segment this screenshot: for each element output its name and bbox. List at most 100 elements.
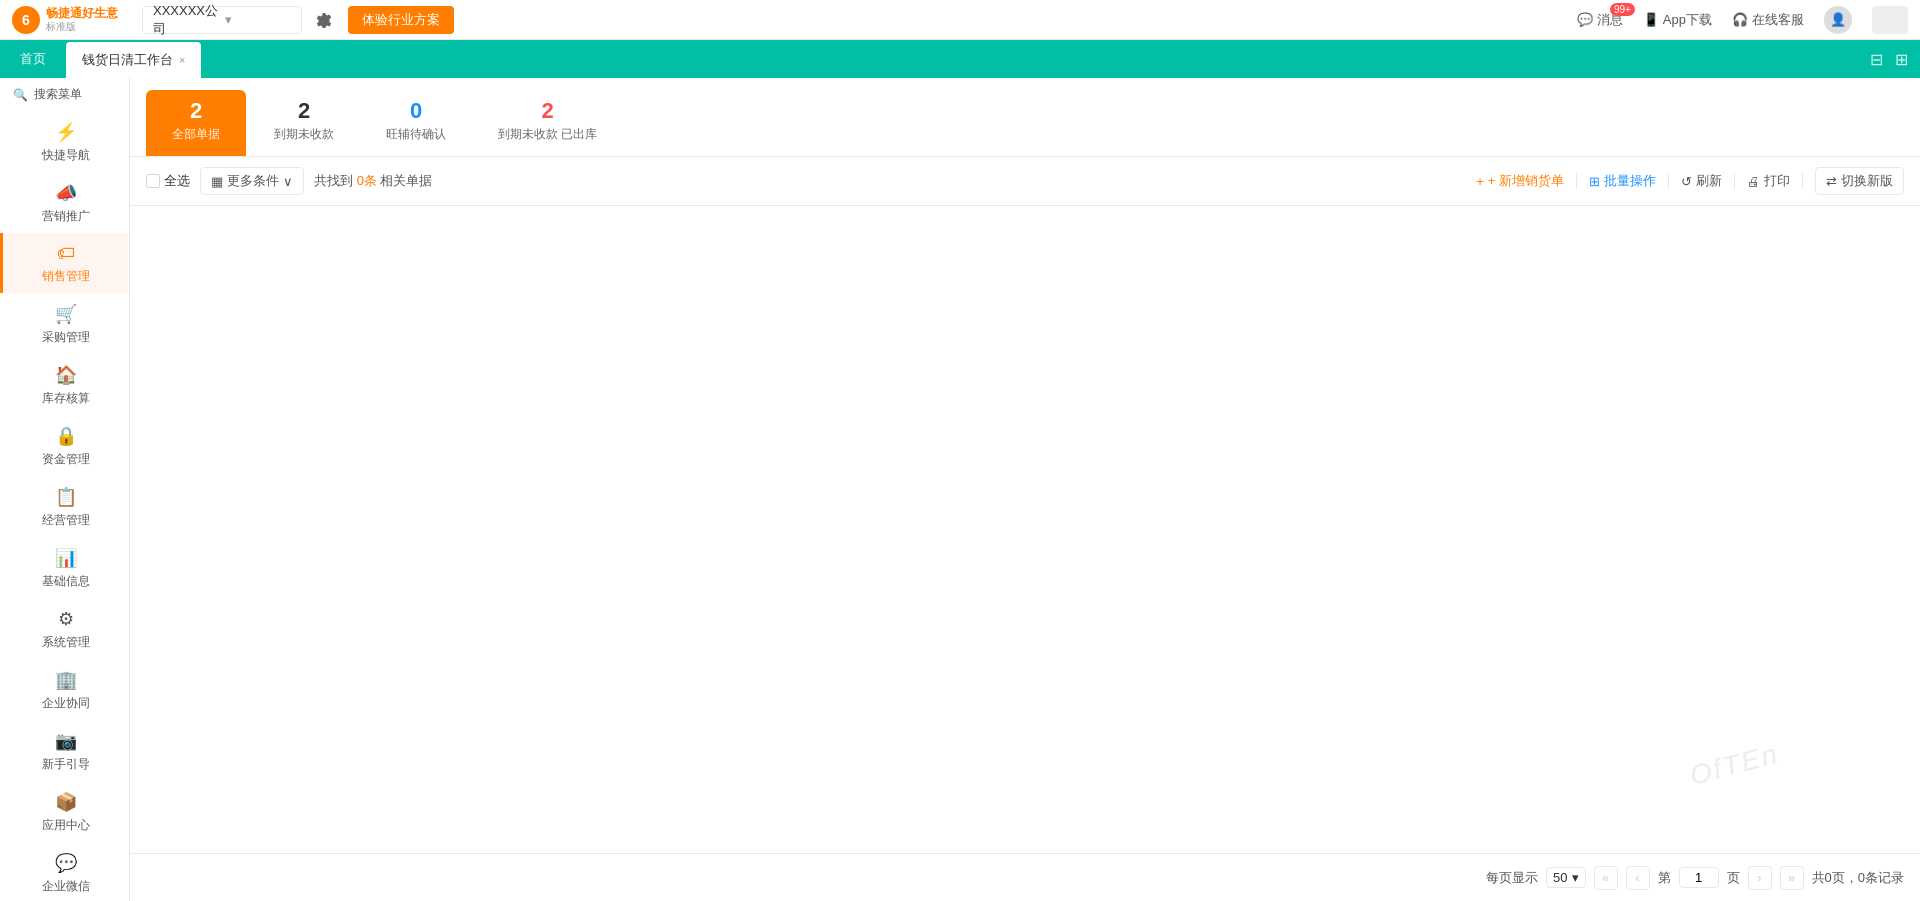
- online-service-label: 在线客服: [1752, 11, 1804, 29]
- sidebar-item-quick-nav[interactable]: ⚡ 快捷导航: [0, 111, 129, 172]
- logo-icon: 6: [12, 6, 40, 34]
- add-sales-order-button[interactable]: + + 新增销货单: [1476, 172, 1564, 190]
- wechat-label: 企业微信: [42, 878, 90, 895]
- switch-version-button[interactable]: ⇄ 切换新版: [1815, 167, 1904, 195]
- found-prefix: 共找到: [314, 173, 353, 188]
- message-button[interactable]: 💬 消息 99+: [1577, 11, 1623, 29]
- filter-button[interactable]: ▦ 更多条件 ∨: [200, 167, 304, 195]
- sidebar-item-purchase[interactable]: 🛒 采购管理: [0, 293, 129, 354]
- stat-all-number: 2: [190, 98, 202, 124]
- filter-chevron-icon: ∨: [283, 174, 293, 189]
- quick-nav-icon: ⚡: [55, 121, 77, 143]
- sidebar-item-guide[interactable]: 📷 新手引导: [0, 720, 129, 781]
- toolbar-divider-1: [1576, 173, 1577, 189]
- toolbar-divider-2: [1668, 173, 1669, 189]
- refresh-icon: ↺: [1681, 174, 1692, 189]
- select-all-checkbox[interactable]: 全选: [146, 172, 190, 190]
- sales-label: 销售管理: [42, 268, 90, 285]
- stats-tab-overdue[interactable]: 2 到期未收款: [250, 90, 358, 156]
- last-page-icon: »: [1788, 870, 1795, 885]
- sidebar-item-finance[interactable]: 🔒 资金管理: [0, 415, 129, 476]
- stat-wangdian-label: 旺辅待确认: [386, 126, 446, 143]
- total-records-label: 共0页，0条记录: [1812, 869, 1904, 887]
- stat-overdue-label: 到期未收款: [274, 126, 334, 143]
- sidebar-item-operations[interactable]: 📋 经营管理: [0, 476, 129, 537]
- stats-tab-wangdian[interactable]: 0 旺辅待确认: [362, 90, 470, 156]
- refresh-button[interactable]: ↺ 刷新: [1681, 172, 1722, 190]
- sidebar-item-inventory[interactable]: 🏠 库存核算: [0, 354, 129, 415]
- last-page-button[interactable]: »: [1780, 866, 1804, 890]
- user-avatar[interactable]: 👤: [1824, 6, 1852, 34]
- print-button[interactable]: 🖨 打印: [1747, 172, 1790, 190]
- logo-sub: 标准版: [46, 21, 118, 33]
- company-selector[interactable]: XXXXXX公司 ▾: [142, 6, 302, 34]
- online-service-button[interactable]: 🎧 在线客服: [1732, 11, 1804, 29]
- cooperation-icon: 🏢: [55, 669, 77, 691]
- sidebar-search[interactable]: 🔍 搜索菜单: [0, 78, 129, 111]
- sidebar-item-app-center[interactable]: 📦 应用中心: [0, 781, 129, 842]
- app-download-button[interactable]: 📱 App下载: [1643, 11, 1712, 29]
- finance-label: 资金管理: [42, 451, 90, 468]
- page-suffix: 页: [1727, 869, 1740, 887]
- cooperation-label: 企业协同: [42, 695, 90, 712]
- workbench-tab[interactable]: 钱货日清工作台 ×: [66, 42, 201, 78]
- base-info-label: 基础信息: [42, 573, 90, 590]
- print-icon: 🖨: [1747, 174, 1760, 189]
- operations-label: 经营管理: [42, 512, 90, 529]
- logo-area: 6 畅捷通好生意 标准版: [12, 6, 142, 34]
- add-icon: +: [1476, 174, 1484, 189]
- next-page-button[interactable]: ›: [1748, 866, 1772, 890]
- toolbar-left: 全选 ▦ 更多条件 ∨ 共找到 0条 相关单据: [146, 167, 1466, 195]
- toolbar-divider-3: [1734, 173, 1735, 189]
- user-name-area[interactable]: [1872, 6, 1908, 34]
- nav-actions: ⊟ ⊞: [1870, 50, 1920, 69]
- minimize-button[interactable]: ⊟: [1870, 50, 1883, 69]
- close-tab-button[interactable]: ×: [179, 54, 185, 66]
- sidebar: 🔍 搜索菜单 ⚡ 快捷导航 📣 营销推广 🏷 销售管理 🛒 采购管理 🏠 库存核…: [0, 78, 130, 901]
- inventory-label: 库存核算: [42, 390, 90, 407]
- app-download-label: App下载: [1663, 11, 1712, 29]
- purchase-icon: 🛒: [55, 303, 77, 325]
- content-area: 2 全部单据 2 到期未收款 0 旺辅待确认 2 到期未收款 已出库 全选: [130, 78, 1920, 901]
- try-solution-button[interactable]: 体验行业方案: [348, 6, 454, 34]
- sales-icon: 🏷: [57, 243, 75, 264]
- workbench-tab-label: 钱货日清工作台: [82, 51, 173, 69]
- settings-button[interactable]: [310, 6, 338, 34]
- print-label: 打印: [1764, 172, 1790, 190]
- sidebar-item-cooperation[interactable]: 🏢 企业协同: [0, 659, 129, 720]
- first-page-icon: «: [1602, 870, 1609, 885]
- guide-label: 新手引导: [42, 756, 90, 773]
- sidebar-item-wechat[interactable]: 💬 企业微信: [0, 842, 129, 901]
- sidebar-item-system[interactable]: ⚙ 系统管理: [0, 598, 129, 659]
- home-tab[interactable]: 首页: [0, 40, 66, 78]
- guide-icon: 📷: [55, 730, 77, 752]
- quick-nav-label: 快捷导航: [42, 147, 90, 164]
- batch-operation-button[interactable]: ⊞ 批量操作: [1589, 172, 1656, 190]
- checkbox-icon[interactable]: [146, 174, 160, 188]
- table-area: [130, 206, 1920, 853]
- select-all-label: 全选: [164, 172, 190, 190]
- maximize-button[interactable]: ⊞: [1895, 50, 1908, 69]
- toolbar-right: + + 新增销货单 ⊞ 批量操作 ↺ 刷新 🖨 打印: [1476, 167, 1904, 195]
- page-size-selector[interactable]: 50 ▾: [1546, 867, 1585, 888]
- prev-page-button[interactable]: ‹: [1626, 866, 1650, 890]
- stats-tab-overdue-out[interactable]: 2 到期未收款 已出库: [474, 90, 621, 156]
- sidebar-item-sales[interactable]: 🏷 销售管理: [0, 233, 129, 293]
- top-header: 6 畅捷通好生意 标准版 XXXXXX公司 ▾ 体验行业方案 💬 消息 99+ …: [0, 0, 1920, 40]
- stats-tabs: 2 全部单据 2 到期未收款 0 旺辅待确认 2 到期未收款 已出库: [130, 78, 1920, 157]
- message-icon: 💬: [1577, 12, 1593, 27]
- switch-icon: ⇄: [1826, 174, 1837, 189]
- stats-tab-all[interactable]: 2 全部单据: [146, 90, 246, 156]
- page-size-label: 每页显示: [1486, 869, 1538, 887]
- sidebar-item-marketing[interactable]: 📣 营销推广: [0, 172, 129, 233]
- logo-name: 畅捷通好生意: [46, 6, 118, 20]
- purchase-label: 采购管理: [42, 329, 90, 346]
- page-size-dropdown-icon: ▾: [1572, 870, 1579, 885]
- sidebar-item-base-info[interactable]: 📊 基础信息: [0, 537, 129, 598]
- batch-icon: ⊞: [1589, 174, 1600, 189]
- gear-icon: [316, 12, 332, 28]
- page-number-input[interactable]: [1679, 867, 1719, 888]
- stat-wangdian-number: 0: [410, 98, 422, 124]
- page-label: 第: [1658, 869, 1671, 887]
- first-page-button[interactable]: «: [1594, 866, 1618, 890]
